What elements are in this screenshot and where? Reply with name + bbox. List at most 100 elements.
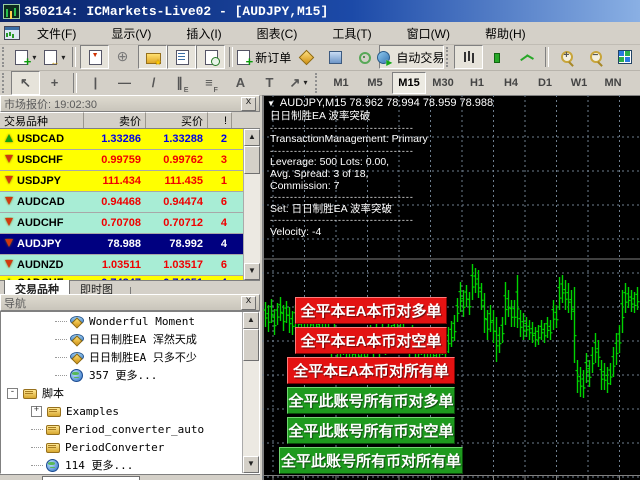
expand-box-icon[interactable]: + (31, 405, 42, 417)
market-watch-scroll-track[interactable] (244, 146, 260, 263)
arrows-tool-button[interactable]: ↗ ▾ (284, 71, 313, 95)
spread-cell: 3 (220, 154, 227, 166)
cursor-button[interactable]: ↖ (11, 70, 40, 95)
chevron-down-icon[interactable]: ▼ (267, 99, 275, 108)
collapse-box-icon[interactable]: - (7, 387, 18, 399)
timeframe-h4[interactable]: H4 (494, 72, 528, 94)
crosshair-tool-button[interactable]: + (40, 71, 69, 95)
timeframe-h1[interactable]: H1 (460, 72, 494, 94)
toolbar-separator (229, 47, 233, 67)
menu-item-3[interactable]: 图表(C) (246, 23, 309, 44)
navigator-scroll-thumb[interactable] (243, 329, 259, 361)
market-watch-scroll-up-arrow[interactable]: ▲ (244, 129, 260, 146)
metaquotes-button[interactable] (321, 45, 350, 69)
text-tool-button[interactable]: A (226, 71, 255, 95)
close-account-shorts-button[interactable]: 全平此账号所有币对空单 (287, 417, 455, 444)
chart-window[interactable]: ▼ AUDJPY,M15 78.962 78.994 78.959 78.988… (262, 95, 640, 480)
column-header-0[interactable]: 交易品种 (0, 112, 84, 128)
market-watch-scroll-down-arrow[interactable]: ▼ (244, 263, 260, 280)
equidistant-channel-button[interactable]: ∥ E (168, 71, 197, 95)
alerts-button[interactable] (350, 45, 379, 69)
metaeditor-button[interactable] (292, 45, 321, 69)
toolbar-grip[interactable] (445, 47, 451, 67)
menu-item-1[interactable]: 显示(V) (100, 23, 162, 44)
market-watch-scrollbar[interactable]: ▲ ▼ (243, 129, 260, 280)
toolbar-grip[interactable] (2, 47, 7, 67)
market-row-cadchf[interactable]: CADCHF 0.748470.748514 (0, 276, 243, 280)
navigator-partial-tab[interactable] (42, 476, 140, 480)
navigator-close-button[interactable]: x (241, 295, 256, 310)
nav-item-scripts[interactable]: - 脚本 (1, 384, 242, 402)
close-ea-symbol-longs-button[interactable]: 全平本EA本币对多单 (295, 297, 447, 324)
nav-item-ea-hunrantiancheng[interactable]: 日日制胜EA 浑然天成 (1, 330, 242, 348)
dropdown-arrow-icon: ▾ (61, 52, 66, 62)
nav-item-wonderful-moment[interactable]: Wonderful Moment (1, 312, 242, 330)
navigator-button[interactable] (138, 45, 168, 69)
column-header-1[interactable]: 卖价 (84, 112, 146, 128)
menu-item-4[interactable]: 工具(T) (321, 23, 382, 44)
fibonacci-retracement-button[interactable]: ≡ F (197, 71, 226, 95)
toolbar-grip[interactable] (315, 72, 321, 93)
market-row-usdjpy[interactable]: USDJPY 111.434 111.435 1 (0, 171, 243, 192)
close-account-all-button[interactable]: 全平此账号所有币对所有单 (279, 447, 463, 474)
new-order-button[interactable]: 新订单 (237, 45, 292, 69)
tile-windows-button[interactable] (611, 45, 640, 69)
menu-item-2[interactable]: 插入(I) (175, 23, 232, 44)
data-window-button[interactable] (109, 45, 138, 69)
terminal-button[interactable] (167, 45, 197, 69)
trendline-button[interactable]: / (139, 71, 168, 95)
toolbar-grip[interactable] (2, 72, 8, 93)
timeframe-w1[interactable]: W1 (562, 72, 596, 94)
horizontal-line-button[interactable]: — (110, 71, 139, 95)
timeframe-m15[interactable]: M15 (392, 71, 426, 94)
menu-item-5[interactable]: 窗口(W) (396, 23, 461, 44)
nav-item-more-357[interactable]: 357 更多... (1, 366, 242, 384)
new-chart-button[interactable]: ▾ (10, 45, 39, 69)
chart-candles-button[interactable] (483, 45, 512, 69)
market-watch-close-button[interactable]: x (241, 96, 256, 111)
script-icon (45, 440, 60, 454)
navigator-scroll-track[interactable] (243, 329, 259, 456)
menu-item-6[interactable]: 帮助(H) (474, 23, 537, 44)
market-row-audnzd[interactable]: AUDNZD 1.03511 1.03517 6 (0, 255, 243, 276)
zoom-out-button[interactable]: − (582, 45, 611, 69)
market-row-usdchf[interactable]: USDCHF 0.99759 0.99762 3 (0, 150, 243, 171)
column-header-2[interactable]: 买价 (146, 112, 208, 128)
close-ea-symbol-all-button[interactable]: 全平本EA本币对所有单 (287, 357, 455, 384)
column-header-3[interactable]: ! (208, 112, 232, 128)
navigator-scroll-up-arrow[interactable]: ▲ (243, 312, 259, 329)
chart-bars-button[interactable] (454, 45, 484, 69)
market-row-usdcad[interactable]: USDCAD 1.33286 1.33288 2 (0, 129, 243, 150)
nav-item-period-converter[interactable]: PeriodConverter (1, 438, 242, 456)
close-ea-symbol-shorts-button[interactable]: 全平本EA本币对空单 (295, 327, 447, 354)
nav-item-ea-zhiduobushao[interactable]: 日日制胜EA 只多不少 (1, 348, 242, 366)
autotrading-button[interactable]: 自动交易 (377, 45, 444, 69)
zoom-in-button[interactable]: + (553, 45, 582, 69)
close-account-longs-button[interactable]: 全平此账号所有币对多单 (287, 387, 455, 414)
text-label-tool-button[interactable]: T (255, 71, 284, 95)
timeframe-m30[interactable]: M30 (426, 72, 460, 94)
nav-item-label: 日日制胜EA 只多不少 (89, 351, 197, 364)
strategy-tester-button[interactable] (196, 45, 226, 69)
timeframe-mn[interactable]: MN (596, 72, 630, 94)
nav-item-examples[interactable]: + Examples (1, 402, 242, 420)
menu-item-0[interactable]: 文件(F) (26, 23, 87, 44)
market-watch-scroll-thumb[interactable] (244, 146, 260, 174)
profiles-button[interactable]: ▾ (39, 45, 68, 69)
navigator-scrollbar[interactable]: ▲ ▼ (242, 312, 259, 473)
timeframe-d1[interactable]: D1 (528, 72, 562, 94)
market-row-audcad[interactable]: AUDCAD 0.94468 0.94474 6 (0, 192, 243, 213)
market-watch-button[interactable] (80, 45, 110, 69)
chart-line-button[interactable] (512, 45, 541, 69)
vertical-line-button[interactable]: | (81, 71, 110, 95)
market-row-audjpy[interactable]: AUDJPY 78.988 78.992 4 (0, 234, 243, 255)
market-row-audchf[interactable]: AUDCHF 0.70708 0.70712 4 (0, 213, 243, 234)
zoom-in-icon: + (559, 49, 575, 65)
nav-item-more-114[interactable]: 114 更多... (1, 456, 242, 473)
timeframe-m5[interactable]: M5 (358, 72, 392, 94)
nav-item-period-converter-auto[interactable]: Period_converter_auto (1, 420, 242, 438)
timeframe-m1[interactable]: M1 (324, 72, 358, 94)
child-window-icon[interactable] (4, 26, 20, 40)
symbol-label: AUDJPY (17, 238, 62, 250)
navigator-scroll-down-arrow[interactable]: ▼ (243, 456, 259, 473)
